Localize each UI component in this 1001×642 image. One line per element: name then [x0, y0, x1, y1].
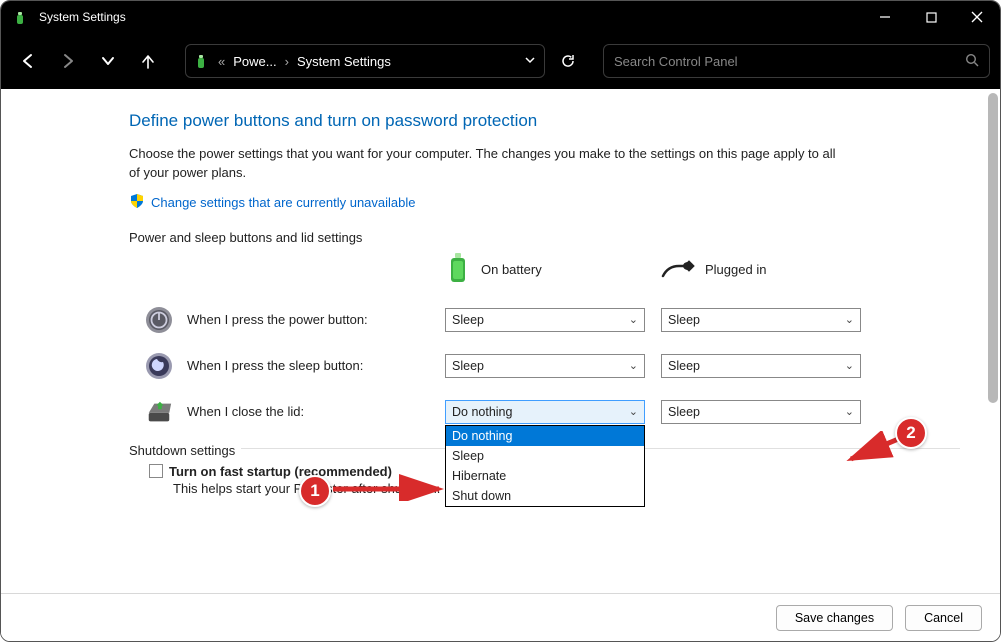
sleep-button-battery-select[interactable]: Sleep⌄ [445, 354, 645, 378]
power-button-plugged-select[interactable]: Sleep⌄ [661, 308, 861, 332]
column-header-battery-label: On battery [481, 262, 542, 277]
dropdown-option-hibernate[interactable]: Hibernate [446, 466, 644, 486]
section-power-sleep-title: Power and sleep buttons and lid settings [129, 230, 960, 245]
footer: Save changes Cancel [1, 593, 1000, 641]
maximize-button[interactable] [908, 1, 954, 33]
plug-column-icon [661, 258, 695, 281]
breadcrumb-separator: › [285, 54, 289, 69]
breadcrumb-item-power[interactable]: Powe... [233, 54, 276, 69]
search-input[interactable]: Search Control Panel [603, 44, 990, 78]
save-changes-button[interactable]: Save changes [776, 605, 893, 631]
vertical-scrollbar[interactable] [988, 93, 998, 403]
search-icon [965, 53, 979, 70]
minimize-button[interactable] [862, 1, 908, 33]
breadcrumb-item-system-settings[interactable]: System Settings [297, 54, 391, 69]
address-bar[interactable]: « Powe... › System Settings [185, 44, 545, 78]
window-title: System Settings [39, 10, 126, 24]
lid-battery-select[interactable]: Do nothing⌄ Do nothing Sleep Hibernate S… [445, 400, 645, 424]
page-description: Choose the power settings that you want … [129, 145, 849, 183]
dropdown-option-do-nothing[interactable]: Do nothing [446, 426, 644, 446]
dropdown-option-shut-down[interactable]: Shut down [446, 486, 644, 506]
admin-link-text: Change settings that are currently unava… [151, 195, 416, 210]
address-dropdown-icon[interactable] [524, 54, 536, 69]
sleep-button-plugged-select[interactable]: Sleep⌄ [661, 354, 861, 378]
lid-plugged-select[interactable]: Sleep⌄ [661, 400, 861, 424]
battery-column-icon [445, 251, 471, 288]
breadcrumb-chevron: « [218, 54, 225, 69]
annotation-marker-2: 2 [895, 417, 927, 449]
sleep-button-icon [145, 352, 173, 380]
power-button-icon [145, 306, 173, 334]
column-header-plugged-label: Plugged in [705, 262, 766, 277]
lid-battery-dropdown: Do nothing Sleep Hibernate Shut down [445, 425, 645, 507]
up-button[interactable] [131, 44, 165, 78]
title-bar: System Settings [1, 1, 1000, 33]
row-close-lid-label: When I close the lid: [187, 404, 304, 419]
annotation-marker-1: 1 [299, 475, 331, 507]
power-button-battery-select[interactable]: Sleep⌄ [445, 308, 645, 332]
column-header-plugged: Plugged in [661, 258, 861, 281]
back-button[interactable] [11, 44, 45, 78]
fast-startup-checkbox[interactable] [149, 464, 163, 478]
row-power-button-label: When I press the power button: [187, 312, 368, 327]
content-area: Define power buttons and turn on passwor… [1, 89, 1000, 641]
row-sleep-button: When I press the sleep button: [129, 352, 429, 380]
row-power-button: When I press the power button: [129, 306, 429, 334]
row-sleep-button-label: When I press the sleep button: [187, 358, 363, 373]
shield-icon [129, 193, 145, 212]
column-header-battery: On battery [445, 251, 645, 288]
section-shutdown-title: Shutdown settings [129, 443, 241, 458]
lid-icon [145, 398, 173, 426]
close-button[interactable] [954, 1, 1000, 33]
row-close-lid: When I close the lid: [129, 398, 429, 426]
change-admin-settings-link[interactable]: Change settings that are currently unava… [129, 193, 960, 212]
forward-button[interactable] [51, 44, 85, 78]
navigation-bar: « Powe... › System Settings Search Contr… [1, 33, 1000, 89]
page-heading: Define power buttons and turn on passwor… [129, 111, 960, 131]
dropdown-option-sleep[interactable]: Sleep [446, 446, 644, 466]
search-placeholder: Search Control Panel [614, 54, 738, 69]
refresh-button[interactable] [551, 44, 585, 78]
recent-locations-button[interactable] [91, 44, 125, 78]
app-icon [13, 9, 29, 25]
annotation-arrow-1 [329, 471, 449, 501]
battery-icon [194, 53, 210, 69]
cancel-button[interactable]: Cancel [905, 605, 982, 631]
